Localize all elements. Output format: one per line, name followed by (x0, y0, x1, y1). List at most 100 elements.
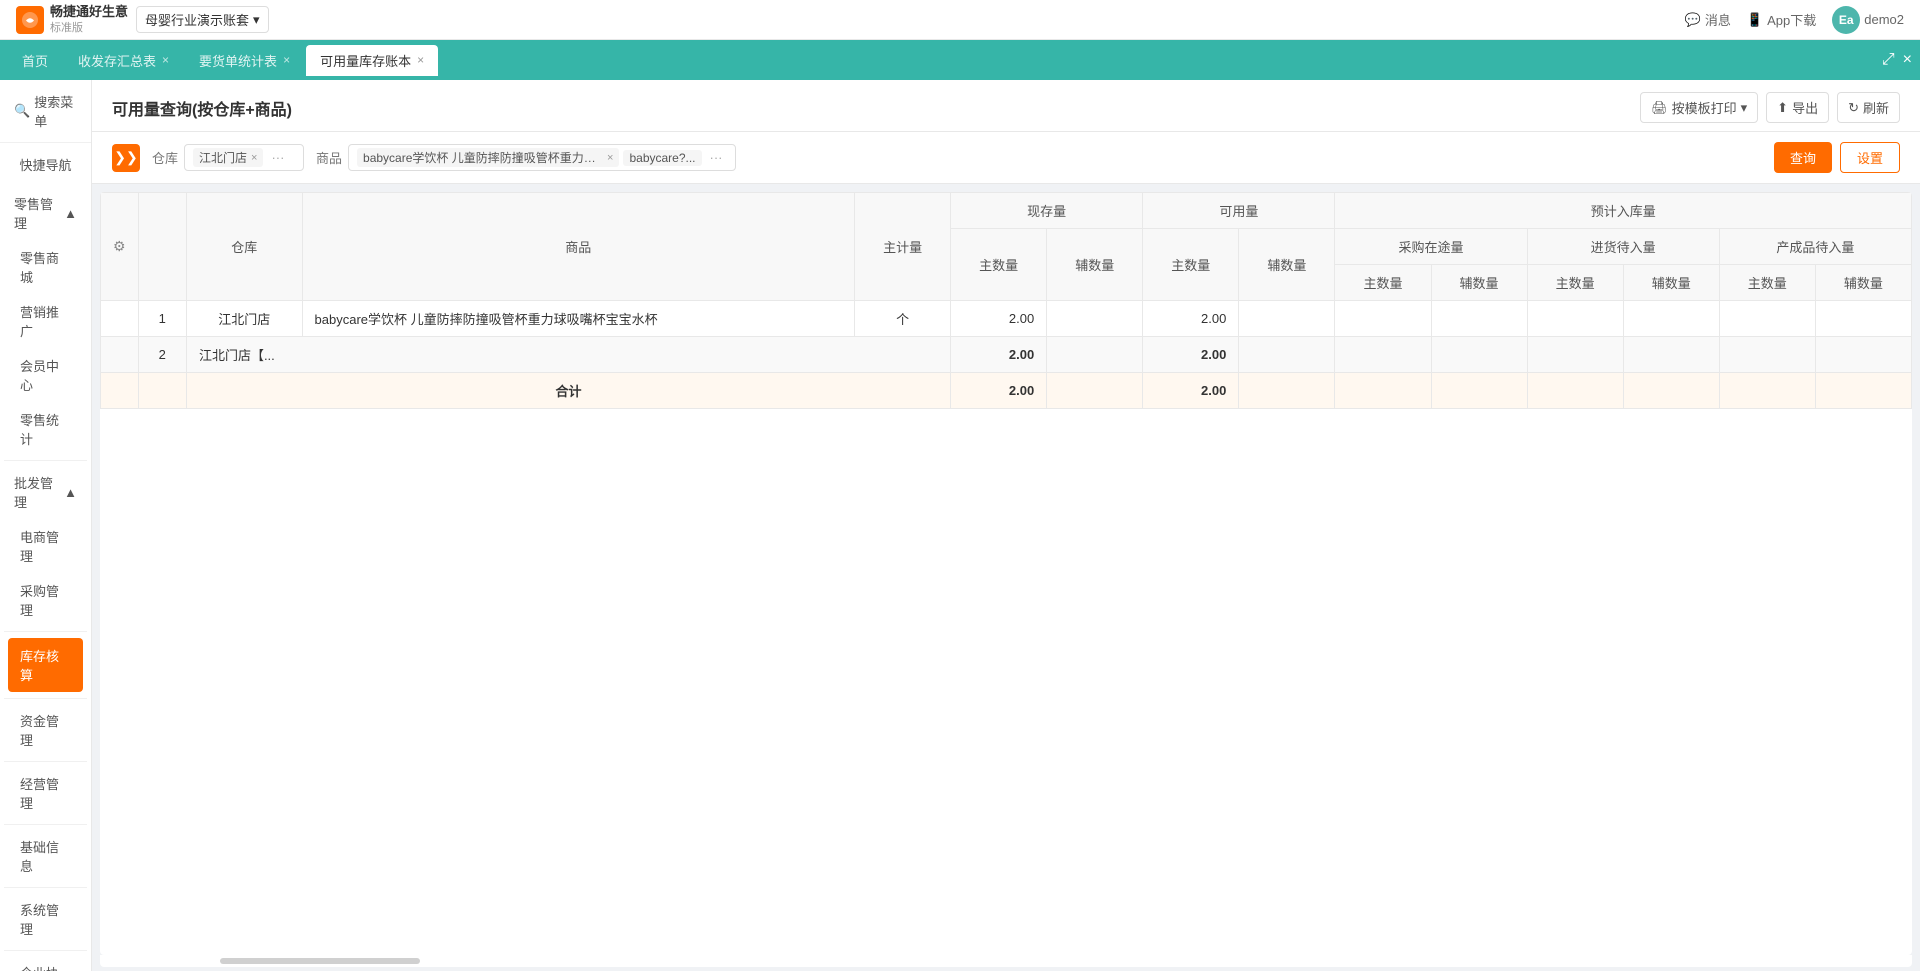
warehouse-tag-close[interactable]: × (251, 152, 257, 164)
sidebar-item-ecommerce[interactable]: 电商管理 (4, 519, 87, 573)
sidebar-item-purchase[interactable]: 采购管理 (4, 573, 87, 627)
search-icon: 🔍 (14, 103, 30, 119)
product-input[interactable]: babycare学饮杯 儿童防摔防撞吸管杯重力球吸嘴杯宝宝水杯 × babyca… (348, 144, 735, 171)
th-stock-group: 现存量 (951, 193, 1143, 229)
page-actions: 🖨 按模板打印 ▾ ⬆ 导出 ↻ 刷新 (1640, 92, 1900, 123)
table-row: 2 江北门店【... 2.00 2.00 (101, 337, 1912, 373)
tfoot-gp-sub (1623, 373, 1719, 409)
th-stock-main: 主数量 (951, 229, 1047, 301)
sidebar-item-system[interactable]: 系统管理 (4, 892, 87, 946)
message-label: 消息 (1705, 10, 1731, 29)
td-warehouse-2: 江北门店【... (186, 337, 950, 373)
tfoot-stock-sub (1047, 373, 1143, 409)
tab-available-close[interactable]: × (417, 53, 424, 67)
sidebar-item-quick-nav[interactable]: 快捷导航 (4, 147, 87, 182)
section-wholesale: 批发管理 ▲ 电商管理 采购管理 (4, 461, 87, 632)
sidebar-item-member[interactable]: 会员中心 (4, 348, 87, 402)
warehouse-label: 仓库 (152, 148, 178, 167)
top-bar: 畅捷通好生意 标准版 母婴行业演示账套 ▾ 💬 消息 📱 App下载 Ea de… (0, 0, 1920, 40)
product-tag1-close[interactable]: × (607, 152, 613, 164)
section-wholesale-arrow: ▲ (64, 485, 77, 500)
search-menu-label: 搜索菜单 (34, 92, 77, 130)
section-retail-header[interactable]: 零售管理 ▲ (4, 186, 87, 240)
sidebar-item-ops[interactable]: 经营管理 (4, 766, 87, 820)
warehouse-dots[interactable]: ··· (267, 150, 288, 165)
avatar-initials: Ea (1839, 13, 1854, 27)
sidebar-item-marketing[interactable]: 营销推广 (4, 294, 87, 348)
warehouse-tag: 江北门店 × (193, 148, 263, 167)
data-table: ⚙ 仓库 商品 主计量 现存量 可用量 预计入库量 主数量 辅数量 主数量 (100, 192, 1912, 409)
section-wholesale-label: 批发管理 (14, 473, 64, 511)
message-action[interactable]: 💬 消息 (1685, 10, 1731, 29)
chevron-right-icon: ❯❯ (114, 149, 137, 166)
logo-icon (16, 6, 44, 34)
query-btn[interactable]: 查询 (1774, 142, 1832, 173)
td-stock-main: 2.00 (951, 301, 1047, 337)
th-stock-sub: 辅数量 (1047, 229, 1143, 301)
tab-available[interactable]: 可用量库存账本 × (306, 45, 438, 76)
print-btn[interactable]: 🖨 按模板打印 ▾ (1640, 92, 1758, 123)
filter-toggle-btn[interactable]: ❯❯ (112, 144, 140, 172)
gear-icon[interactable]: ⚙ (113, 238, 126, 254)
td-warehouse: 江北门店 (186, 301, 302, 337)
scroll-thumb[interactable] (220, 958, 420, 964)
tfoot-settings (101, 373, 139, 409)
user-area[interactable]: Ea demo2 (1832, 6, 1904, 34)
td-unit: 个 (855, 301, 951, 337)
setting-btn[interactable]: 设置 (1840, 142, 1900, 173)
tfoot-pt-sub (1431, 373, 1527, 409)
sidebar-item-basic[interactable]: 基础信息 (4, 829, 87, 883)
td-pp-main (1719, 301, 1815, 337)
tab-receive-close[interactable]: × (162, 53, 169, 67)
section-system: 系统管理 (4, 888, 87, 951)
bottom-scrollbar (100, 955, 1912, 967)
download-action[interactable]: 📱 App下载 (1747, 10, 1816, 29)
print-arrow-icon: ▾ (1741, 100, 1748, 116)
sidebar-item-collab[interactable]: 企业协同 (4, 955, 87, 971)
product-dots[interactable]: ··· (706, 150, 727, 165)
section-finance: 资金管理 (4, 699, 87, 762)
th-pp-main: 主数量 (1719, 265, 1815, 301)
search-menu-btn[interactable]: 🔍 搜索菜单 (8, 88, 83, 134)
sidebar-item-retail-stat[interactable]: 零售统计 (4, 402, 87, 456)
close-all-btn[interactable]: × (1903, 51, 1912, 69)
avatar: Ea (1832, 6, 1860, 34)
section-retail-arrow: ▲ (64, 206, 77, 221)
content-area: 可用量查询(按仓库+商品) 🖨 按模板打印 ▾ ⬆ 导出 ↻ 刷新 (92, 80, 1920, 971)
sidebar-item-inventory[interactable]: 库存核算 (8, 638, 83, 692)
tab-receive[interactable]: 收发存汇总表 × (64, 45, 183, 76)
logo-area: 畅捷通好生意 标准版 (16, 4, 128, 36)
industry-label: 母婴行业演示账套 (145, 10, 249, 29)
tab-home[interactable]: 首页 (8, 45, 62, 76)
table-area: ⚙ 仓库 商品 主计量 现存量 可用量 预计入库量 主数量 辅数量 主数量 (100, 192, 1912, 955)
tfoot-avail-main: 2.00 (1143, 373, 1239, 409)
td-gp-main (1527, 301, 1623, 337)
tab-order[interactable]: 要货单统计表 × (185, 45, 304, 76)
nav-close-all: ⤢ × (1882, 51, 1912, 69)
section-inventory: 库存核算 (4, 632, 87, 699)
warehouse-input[interactable]: 江北门店 × ··· (184, 144, 304, 171)
td-avail-sub (1239, 301, 1335, 337)
refresh-btn[interactable]: ↻ 刷新 (1837, 92, 1900, 123)
industry-selector[interactable]: 母婴行业演示账套 ▾ (136, 6, 269, 33)
sidebar-item-finance[interactable]: 资金管理 (4, 703, 87, 757)
tfoot-pp-sub (1815, 373, 1911, 409)
expand-icon[interactable]: ⤢ (1882, 51, 1895, 69)
th-avail-main: 主数量 (1143, 229, 1239, 301)
td-gp-main-2 (1527, 337, 1623, 373)
td-product: babycare学饮杯 儿童防摔防撞吸管杯重力球吸嘴杯宝宝水杯 (302, 301, 855, 337)
td-stock-main-2: 2.00 (951, 337, 1047, 373)
th-warehouse: 仓库 (186, 193, 302, 301)
sidebar-item-retail-shop[interactable]: 零售商城 (4, 240, 87, 294)
td-pt-main (1335, 301, 1431, 337)
th-gp-sub: 辅数量 (1623, 265, 1719, 301)
nav-tabs: 首页 收发存汇总表 × 要货单统计表 × 可用量库存账本 × ⤢ × (0, 40, 1920, 80)
td-avail-sub-2 (1239, 337, 1335, 373)
export-btn[interactable]: ⬆ 导出 (1766, 92, 1829, 123)
tab-order-close[interactable]: × (283, 53, 290, 67)
tfoot-avail-sub (1239, 373, 1335, 409)
warehouse-filter: 仓库 江北门店 × ··· (152, 144, 304, 171)
th-avail-sub: 辅数量 (1239, 229, 1335, 301)
td-stock-sub-2 (1047, 337, 1143, 373)
section-wholesale-header[interactable]: 批发管理 ▲ (4, 465, 87, 519)
